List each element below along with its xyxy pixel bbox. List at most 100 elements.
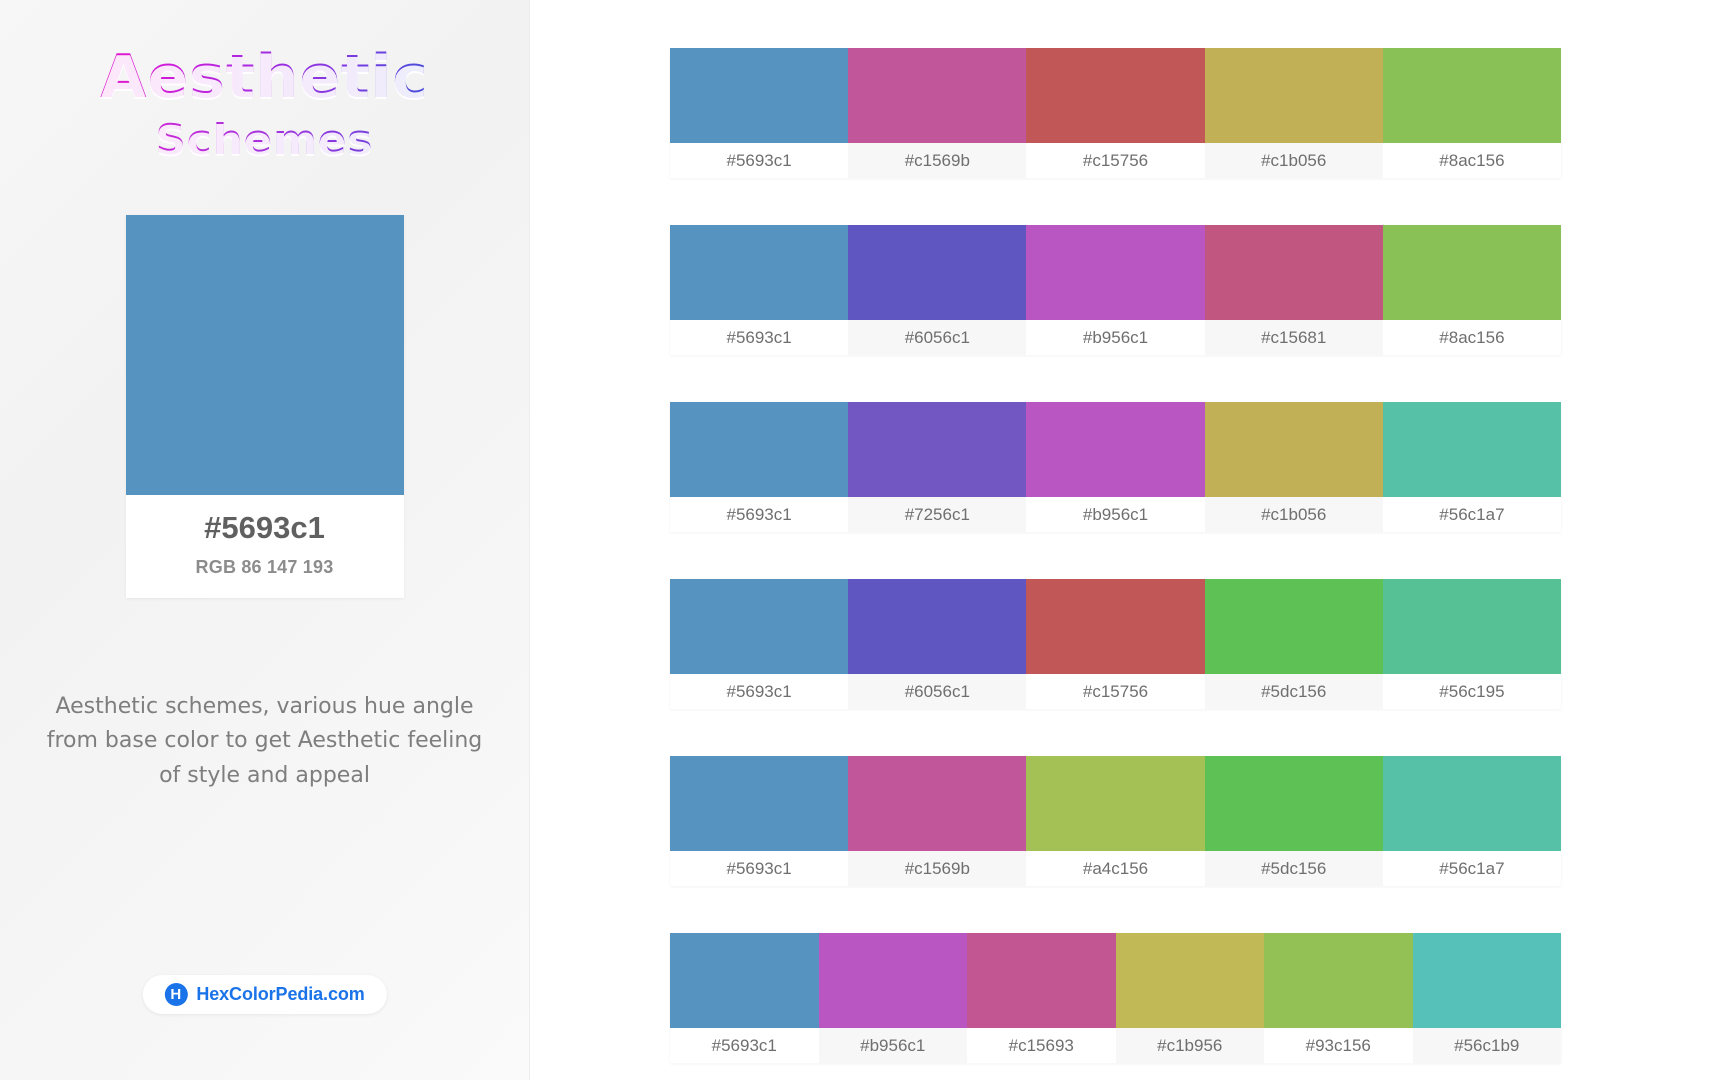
scheme-color-label: #5693c1 <box>670 320 848 355</box>
main-color-swatch[interactable] <box>126 215 404 495</box>
scheme-color-swatch[interactable] <box>1205 579 1383 674</box>
footer-site-link[interactable]: HexColorPedia.com <box>196 984 364 1005</box>
scheme-color-swatch[interactable] <box>1413 933 1562 1028</box>
scheme-color-swatch[interactable] <box>1205 756 1383 851</box>
scheme-color-label: #56c1b9 <box>1413 1028 1562 1063</box>
scheme-swatch-cell[interactable]: #b956c1 <box>1026 225 1204 355</box>
main-color-info: #5693c1 RGB 86 147 193 <box>126 495 404 598</box>
left-panel: Aesthetic Schemes #5693c1 RGB 86 147 193… <box>0 0 530 1080</box>
scheme-color-swatch[interactable] <box>848 579 1026 674</box>
scheme-color-swatch[interactable] <box>1383 402 1561 497</box>
scheme-color-swatch[interactable] <box>1026 756 1204 851</box>
scheme-color-label: #a4c156 <box>1026 851 1204 886</box>
scheme-swatch-cell[interactable]: #5693c1 <box>670 225 848 355</box>
scheme-color-swatch[interactable] <box>1026 579 1204 674</box>
scheme-color-swatch[interactable] <box>848 756 1026 851</box>
scheme-swatch-cell[interactable]: #c1b056 <box>1205 48 1383 178</box>
scheme-color-swatch[interactable] <box>1383 225 1561 320</box>
footer-badge[interactable]: H HexColorPedia.com <box>142 975 386 1014</box>
scheme-color-label: #5693c1 <box>670 497 848 532</box>
scheme-color-swatch[interactable] <box>1383 48 1561 143</box>
scheme-row: #5693c1#6056c1#b956c1#c15681#8ac156 <box>670 225 1561 355</box>
scheme-swatch-cell[interactable]: #c15693 <box>967 933 1116 1063</box>
scheme-swatch-cell[interactable]: #c1569b <box>848 756 1026 886</box>
main-color-card[interactable]: #5693c1 RGB 86 147 193 <box>126 215 404 598</box>
scheme-color-swatch[interactable] <box>848 402 1026 497</box>
title-main: Aesthetic <box>0 46 529 109</box>
schemes-panel: #5693c1#c1569b#c15756#c1b056#8ac156#5693… <box>530 0 1711 1080</box>
scheme-color-swatch[interactable] <box>819 933 968 1028</box>
scheme-color-label: #5dc156 <box>1205 851 1383 886</box>
scheme-color-label: #c1569b <box>848 143 1026 178</box>
scheme-color-swatch[interactable] <box>967 933 1116 1028</box>
scheme-swatch-cell[interactable]: #5dc156 <box>1205 579 1383 709</box>
scheme-row: #5693c1#c1569b#a4c156#5dc156#56c1a7 <box>670 756 1561 886</box>
scheme-row: #5693c1#7256c1#b956c1#c1b056#56c1a7 <box>670 402 1561 532</box>
hexcolorpedia-logo-icon: H <box>164 983 187 1006</box>
scheme-swatch-cell[interactable]: #c1b956 <box>1116 933 1265 1063</box>
scheme-color-swatch[interactable] <box>848 48 1026 143</box>
scheme-row: #5693c1#6056c1#c15756#5dc156#56c195 <box>670 579 1561 709</box>
scheme-color-swatch[interactable] <box>670 933 819 1028</box>
scheme-color-label: #b956c1 <box>1026 497 1204 532</box>
scheme-color-swatch[interactable] <box>1026 402 1204 497</box>
scheme-swatch-cell[interactable]: #a4c156 <box>1026 756 1204 886</box>
scheme-color-swatch[interactable] <box>1205 402 1383 497</box>
scheme-swatch-cell[interactable]: #6056c1 <box>848 225 1026 355</box>
scheme-color-label: #c15693 <box>967 1028 1116 1063</box>
scheme-color-swatch[interactable] <box>670 402 848 497</box>
scheme-swatch-cell[interactable]: #5693c1 <box>670 933 819 1063</box>
scheme-row: #5693c1#c1569b#c15756#c1b056#8ac156 <box>670 48 1561 178</box>
scheme-swatch-cell[interactable]: #5693c1 <box>670 579 848 709</box>
scheme-color-label: #7256c1 <box>848 497 1026 532</box>
description-text: Aesthetic schemes, various hue angle fro… <box>35 690 495 792</box>
scheme-color-label: #5693c1 <box>670 143 848 178</box>
scheme-swatch-cell[interactable]: #5693c1 <box>670 402 848 532</box>
scheme-swatch-cell[interactable]: #7256c1 <box>848 402 1026 532</box>
scheme-color-label: #5693c1 <box>670 1028 819 1063</box>
scheme-color-label: #56c1a7 <box>1383 851 1561 886</box>
scheme-swatch-cell[interactable]: #8ac156 <box>1383 48 1561 178</box>
scheme-swatch-cell[interactable]: #b956c1 <box>819 933 968 1063</box>
scheme-color-swatch[interactable] <box>670 756 848 851</box>
scheme-swatch-cell[interactable]: #5693c1 <box>670 756 848 886</box>
scheme-swatch-cell[interactable]: #c15756 <box>1026 48 1204 178</box>
scheme-color-swatch[interactable] <box>1383 756 1561 851</box>
scheme-color-swatch[interactable] <box>670 48 848 143</box>
scheme-swatch-cell[interactable]: #b956c1 <box>1026 402 1204 532</box>
scheme-swatch-cell[interactable]: #56c1a7 <box>1383 402 1561 532</box>
scheme-color-label: #6056c1 <box>848 674 1026 709</box>
scheme-swatch-cell[interactable]: #56c1b9 <box>1413 933 1562 1063</box>
scheme-color-swatch[interactable] <box>848 225 1026 320</box>
scheme-color-swatch[interactable] <box>1264 933 1413 1028</box>
scheme-color-swatch[interactable] <box>670 579 848 674</box>
scheme-color-swatch[interactable] <box>1026 48 1204 143</box>
scheme-swatch-cell[interactable]: #56c1a7 <box>1383 756 1561 886</box>
page-title: Aesthetic Schemes <box>0 0 529 163</box>
scheme-swatch-cell[interactable]: #c15756 <box>1026 579 1204 709</box>
scheme-swatch-cell[interactable]: #5693c1 <box>670 48 848 178</box>
scheme-color-label: #b956c1 <box>1026 320 1204 355</box>
scheme-color-swatch[interactable] <box>1116 933 1265 1028</box>
scheme-swatch-cell[interactable]: #6056c1 <box>848 579 1026 709</box>
scheme-color-label: #c1b956 <box>1116 1028 1265 1063</box>
scheme-color-swatch[interactable] <box>1026 225 1204 320</box>
scheme-swatch-cell[interactable]: #8ac156 <box>1383 225 1561 355</box>
scheme-swatch-cell[interactable]: #c15681 <box>1205 225 1383 355</box>
scheme-color-swatch[interactable] <box>1205 225 1383 320</box>
scheme-color-swatch[interactable] <box>670 225 848 320</box>
scheme-color-swatch[interactable] <box>1383 579 1561 674</box>
scheme-color-label: #c1b056 <box>1205 143 1383 178</box>
page-root: Aesthetic Schemes #5693c1 RGB 86 147 193… <box>0 0 1711 1080</box>
title-sub: Schemes <box>0 117 529 163</box>
scheme-swatch-cell[interactable]: #56c195 <box>1383 579 1561 709</box>
scheme-row: #5693c1#b956c1#c15693#c1b956#93c156#56c1… <box>670 933 1561 1063</box>
scheme-color-label: #c1569b <box>848 851 1026 886</box>
scheme-color-label: #c15681 <box>1205 320 1383 355</box>
scheme-swatch-cell[interactable]: #c1569b <box>848 48 1026 178</box>
scheme-color-swatch[interactable] <box>1205 48 1383 143</box>
scheme-color-label: #56c195 <box>1383 674 1561 709</box>
scheme-swatch-cell[interactable]: #c1b056 <box>1205 402 1383 532</box>
scheme-swatch-cell[interactable]: #5dc156 <box>1205 756 1383 886</box>
scheme-swatch-cell[interactable]: #93c156 <box>1264 933 1413 1063</box>
